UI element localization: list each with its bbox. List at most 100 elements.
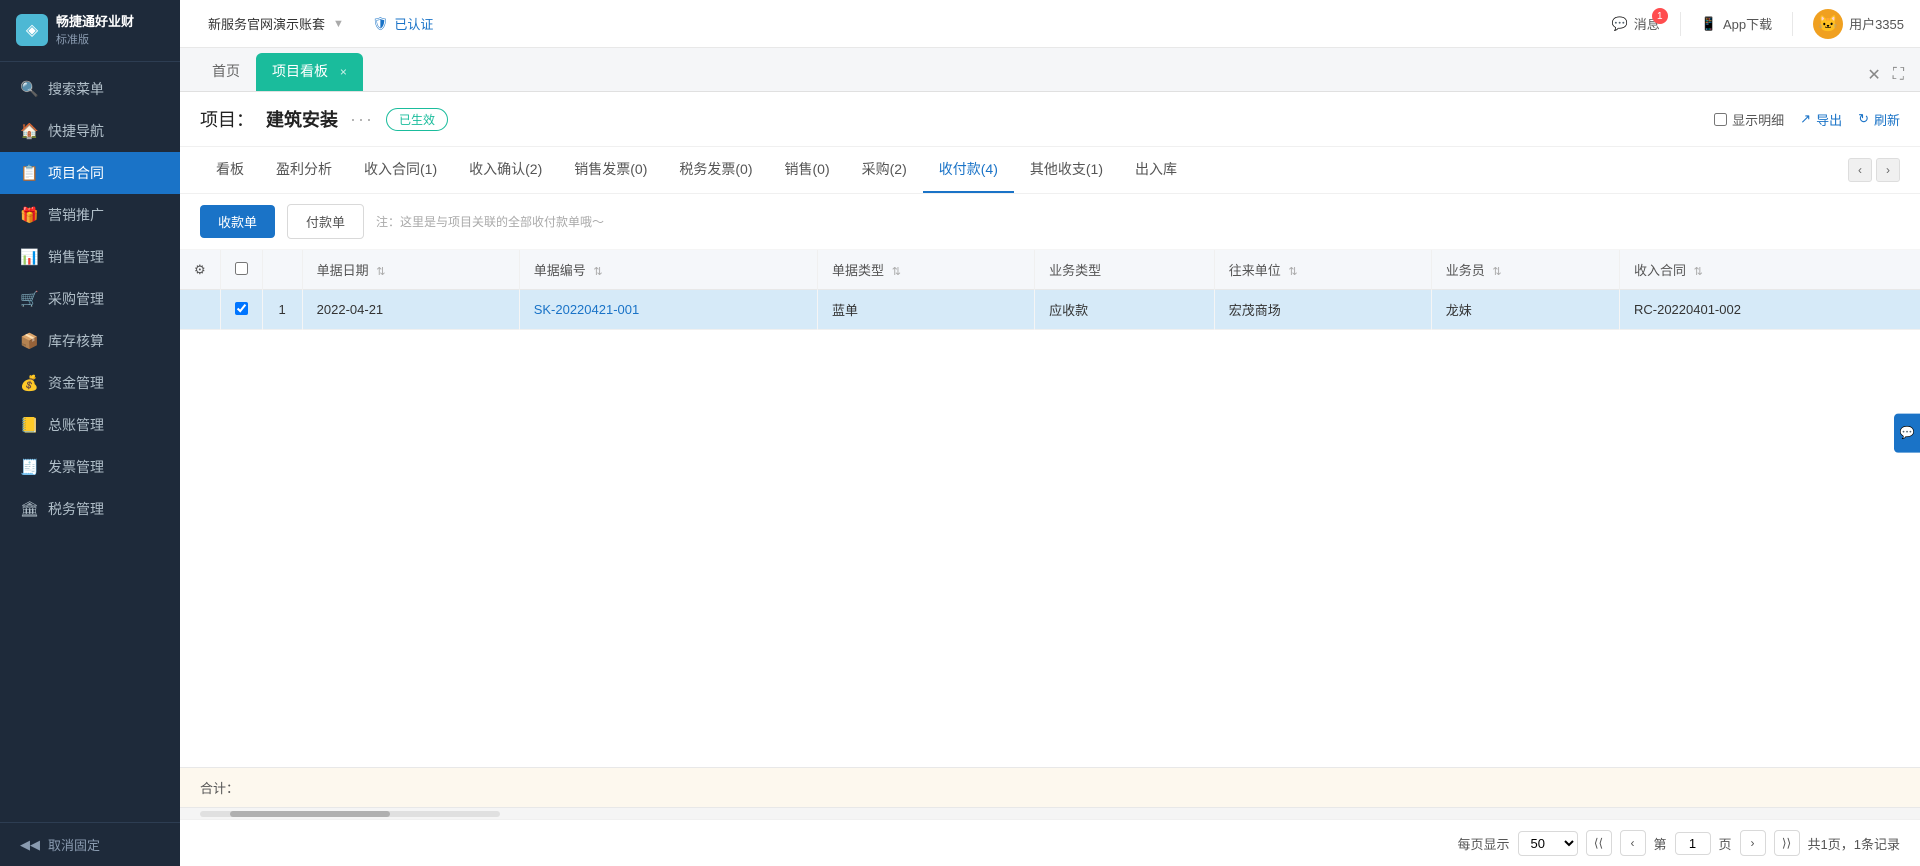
logo-icon: ◈	[16, 14, 48, 46]
refresh-button[interactable]: ↻ 刷新	[1858, 110, 1900, 129]
table-row[interactable]: 1 2022-04-21 SK-20220421-001 蓝单 应收款	[180, 290, 1920, 330]
table-container[interactable]: ⚙ 单据日期 ⇅ 单据编号 ⇅	[180, 250, 1920, 767]
row-number-link[interactable]: SK-20220421-001	[534, 302, 640, 317]
row-checkbox[interactable]	[235, 302, 248, 315]
scrollbar-thumb[interactable]	[230, 811, 390, 817]
payments-button[interactable]: 付款单	[287, 204, 364, 239]
tab-close-button[interactable]: ×	[340, 65, 347, 79]
date-column-header[interactable]: 单据日期 ⇅	[302, 250, 519, 290]
sidebar-item-inventory[interactable]: 📦 库存核算	[0, 320, 180, 362]
tab-project-board[interactable]: 项目看板 ×	[256, 53, 363, 91]
type-sort-icon[interactable]: ⇅	[892, 266, 901, 278]
type-column-label: 单据类型	[832, 263, 884, 278]
date-column-label: 单据日期	[317, 263, 369, 278]
sub-tab-next-button[interactable]: ›	[1876, 158, 1900, 182]
date-sort-icon[interactable]: ⇅	[376, 266, 385, 278]
sub-tab-prev-button[interactable]: ‹	[1848, 158, 1872, 182]
biz-type-column-label: 业务类型	[1049, 263, 1101, 278]
row-checkbox-cell[interactable]	[220, 290, 262, 330]
sub-tab-navigation: ‹ ›	[1848, 158, 1900, 182]
sidebar-nav: 🔍 搜索菜单 🏠 快捷导航 📋 项目合同 🎁 营销推广 📊 销售管理 🛒 采购管…	[0, 62, 180, 822]
sub-tab-income-confirm[interactable]: 收入确认(2)	[453, 147, 558, 193]
sub-tab-kanban[interactable]: 看板	[200, 147, 260, 193]
sidebar-item-purchase[interactable]: 🛒 采购管理	[0, 278, 180, 320]
sidebar-item-label-finance: 资金管理	[48, 373, 104, 393]
chevron-down-icon: ▼	[333, 18, 344, 30]
type-column-header[interactable]: 单据类型 ⇅	[818, 250, 1035, 290]
page-first-button[interactable]: ⟨⟨	[1586, 830, 1612, 856]
sub-tab-sales[interactable]: 销售(0)	[769, 147, 846, 193]
sub-tab-purchase[interactable]: 采购(2)	[846, 147, 923, 193]
window-controls: ✕ ⛶	[1867, 65, 1904, 91]
sub-tab-income-contract[interactable]: 收入合同(1)	[348, 147, 453, 193]
unpin-label: 取消固定	[48, 835, 100, 854]
user-menu-button[interactable]: 🐱 用户3355	[1813, 9, 1904, 39]
sidebar-item-marketing[interactable]: 🎁 营销推广	[0, 194, 180, 236]
sidebar-item-project-contract[interactable]: 📋 项目合同	[0, 152, 180, 194]
partner-column-header[interactable]: 往来单位 ⇅	[1214, 250, 1431, 290]
sidebar-item-quick-nav[interactable]: 🏠 快捷导航	[0, 110, 180, 152]
header-actions: 显示明细 ↗ 导出 ↻ 刷新	[1714, 110, 1900, 129]
settings-icon: ⚙	[194, 262, 206, 277]
app-download-label: App下载	[1723, 14, 1772, 33]
number-column-header[interactable]: 单据编号 ⇅	[519, 250, 817, 290]
salesperson-column-header[interactable]: 业务员 ⇅	[1431, 250, 1619, 290]
settings-column-header[interactable]: ⚙	[180, 250, 220, 290]
number-sort-icon[interactable]: ⇅	[593, 266, 602, 278]
row-settings-cell	[180, 290, 220, 330]
income-contract-column-header[interactable]: 收入合同 ⇅	[1619, 250, 1920, 290]
sidebar-item-ledger[interactable]: 📒 总账管理	[0, 404, 180, 446]
project-name: 新服务官网演示账套	[208, 14, 325, 33]
sidebar-item-label-invoice: 发票管理	[48, 457, 104, 477]
page-suffix: 页	[1719, 834, 1732, 853]
salesperson-sort-icon[interactable]: ⇅	[1492, 266, 1501, 278]
export-button[interactable]: ↗ 导出	[1800, 110, 1842, 129]
sidebar-logo: ◈ 畅捷通好业财 标准版	[0, 0, 180, 62]
num-column-header	[262, 250, 302, 290]
sidebar-item-invoice[interactable]: 🧾 发票管理	[0, 446, 180, 488]
page-number-input[interactable]	[1675, 832, 1711, 855]
sub-tab-other-income[interactable]: 其他收支(1)	[1014, 147, 1119, 193]
project-prefix: 项目：	[200, 106, 254, 132]
page-last-button[interactable]: ⟩⟩	[1774, 830, 1800, 856]
sidebar-item-finance[interactable]: 💰 资金管理	[0, 362, 180, 404]
scrollbar-area[interactable]	[180, 807, 1920, 819]
show-detail-checkbox[interactable]	[1714, 113, 1727, 126]
feedback-button[interactable]: 💬	[1894, 414, 1920, 453]
maximize-window-button[interactable]: ⛶	[1893, 66, 1904, 84]
topbar: 新服务官网演示账套 ▼ 🛡 已认证 💬 消息 1 📱 App下载 🐱 用户335…	[180, 0, 1920, 48]
sub-tab-in-out[interactable]: 出入库	[1119, 147, 1193, 193]
per-page-select[interactable]: 50 20 100	[1518, 831, 1578, 856]
row-salesperson-cell: 龙妹	[1431, 290, 1619, 330]
income-contract-sort-icon[interactable]: ⇅	[1694, 266, 1703, 278]
project-selector[interactable]: 新服务官网演示账套 ▼	[196, 8, 356, 39]
close-window-button[interactable]: ✕	[1867, 65, 1880, 85]
message-button[interactable]: 💬 消息 1	[1612, 14, 1660, 33]
sub-tab-tax-invoice[interactable]: 税务发票(0)	[663, 147, 768, 193]
select-all-checkbox[interactable]	[235, 262, 248, 275]
sub-tab-profit-label: 盈利分析	[276, 161, 332, 177]
sidebar-item-search[interactable]: 🔍 搜索菜单	[0, 68, 180, 110]
app-download-button[interactable]: 📱 App下载	[1701, 14, 1772, 33]
checkbox-column-header[interactable]	[220, 250, 262, 290]
partner-sort-icon[interactable]: ⇅	[1288, 266, 1297, 278]
number-column-label: 单据编号	[534, 263, 586, 278]
receipts-button[interactable]: 收款单	[200, 205, 275, 238]
sub-tab-profit[interactable]: 盈利分析	[260, 147, 348, 193]
tab-home[interactable]: 首页	[196, 53, 256, 91]
sub-tab-receipts[interactable]: 收付款(4)	[923, 147, 1014, 193]
home-nav-icon: 🏠	[20, 122, 38, 140]
horizontal-scrollbar[interactable]	[200, 811, 500, 817]
sub-tab-sales-invoice[interactable]: 销售发票(0)	[558, 147, 663, 193]
more-options-button[interactable]: ···	[350, 109, 374, 130]
project-nav-icon: 📋	[20, 164, 38, 182]
tax-nav-icon: 🏛	[20, 500, 38, 518]
row-number-cell[interactable]: SK-20220421-001	[519, 290, 817, 330]
page-next-button[interactable]: ›	[1740, 830, 1766, 856]
sidebar-item-sales[interactable]: 📊 销售管理	[0, 236, 180, 278]
sidebar-unpin-button[interactable]: ◀◀ 取消固定	[0, 822, 180, 866]
show-detail-checkbox-label[interactable]: 显示明细	[1714, 110, 1784, 129]
row-salesperson: 龙妹	[1446, 303, 1472, 318]
page-prev-button[interactable]: ‹	[1620, 830, 1646, 856]
sidebar-item-tax[interactable]: 🏛 税务管理	[0, 488, 180, 530]
